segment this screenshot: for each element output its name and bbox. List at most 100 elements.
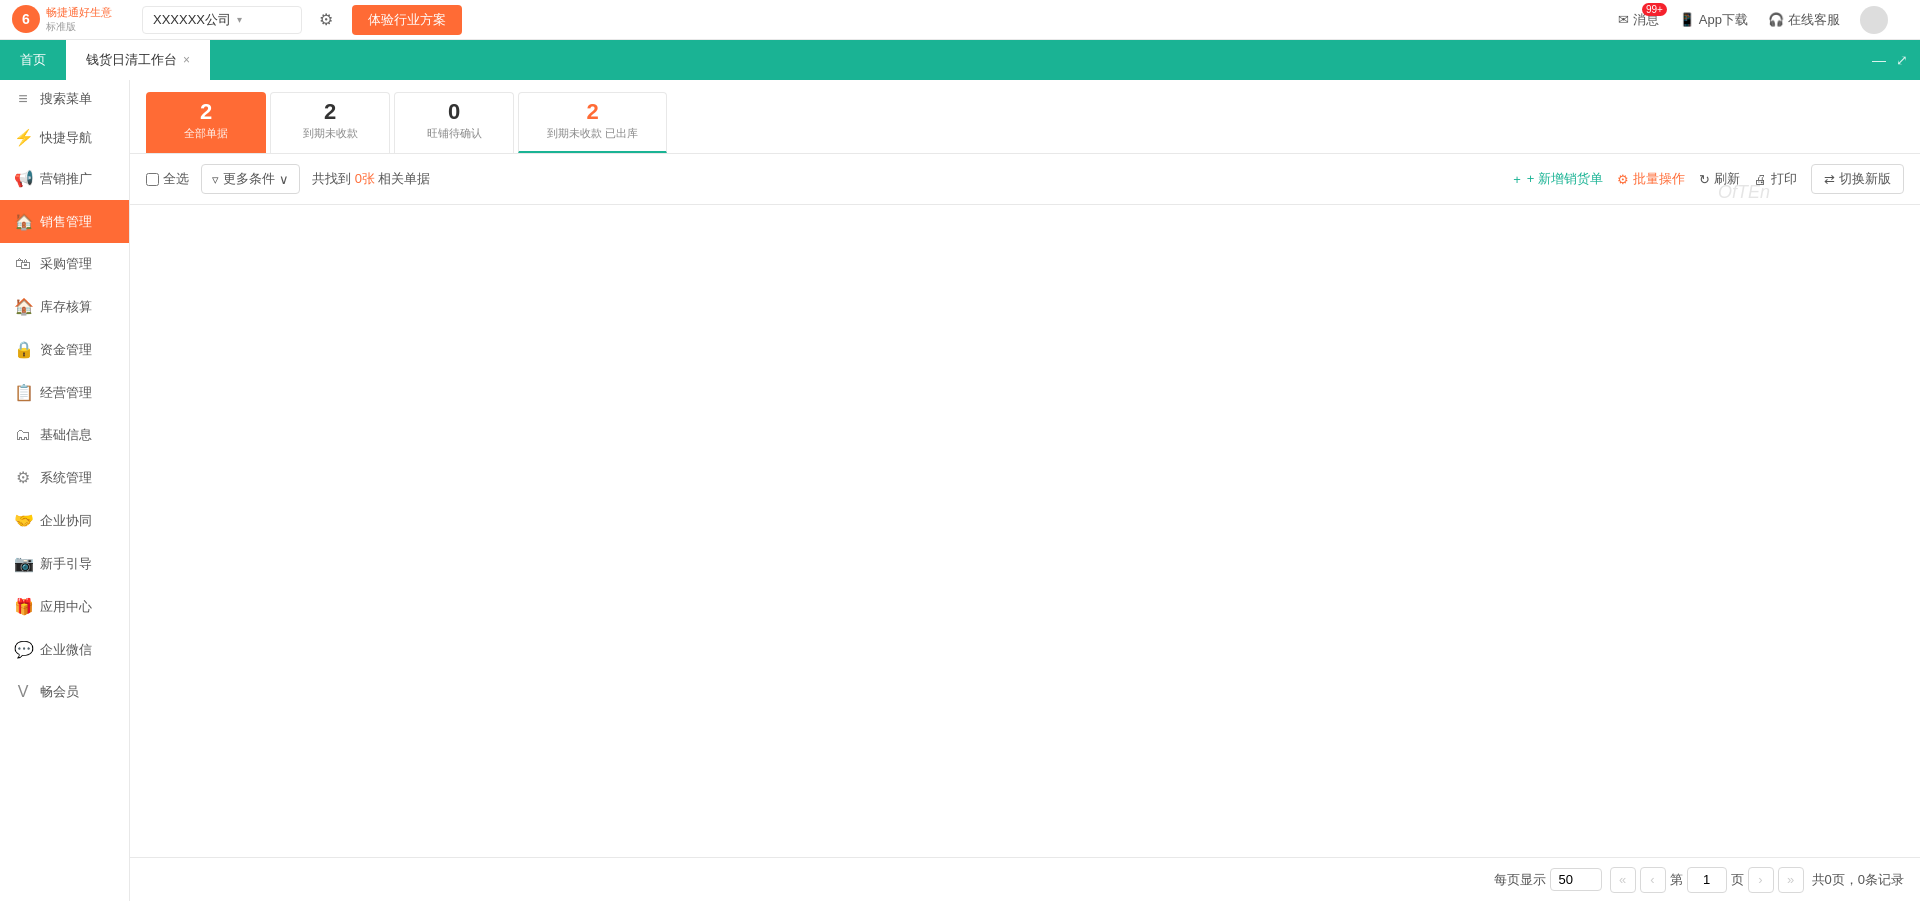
page-size-selector: 每页显示 50 100 200: [1494, 868, 1602, 891]
switch-version-button[interactable]: ⇄ 切换新版: [1811, 164, 1904, 194]
tab-home[interactable]: 首页: [0, 40, 66, 80]
stat-tab-pending[interactable]: 0 旺铺待确认: [394, 92, 514, 153]
page-number-input[interactable]: [1687, 867, 1727, 893]
sidebar-item-cooperation[interactable]: 🤝 企业协同: [0, 499, 129, 542]
batch-icon: ⚙: [1617, 172, 1629, 187]
wechat-icon: 💬: [14, 640, 32, 659]
pagination: 每页显示 50 100 200 « ‹ 第 页 › » 共0页，0条记录: [130, 857, 1920, 901]
refresh-button[interactable]: ↻ 刷新: [1699, 170, 1740, 188]
last-page-button[interactable]: »: [1778, 867, 1804, 893]
filter-icon: ▿: [212, 172, 219, 187]
sidebar-label-basic: 基础信息: [40, 426, 92, 444]
select-all-input[interactable]: [146, 173, 159, 186]
sidebar-label-quick-nav: 快捷导航: [40, 129, 92, 147]
sidebar-label-purchase: 采购管理: [40, 255, 92, 273]
result-text: 共找到 0张 相关单据: [312, 170, 430, 188]
stat-label-pending: 旺铺待确认: [427, 126, 482, 141]
system-icon: ⚙: [14, 468, 32, 487]
sidebar-label-marketing: 营销推广: [40, 170, 92, 188]
settings-button[interactable]: ⚙: [310, 4, 342, 36]
cooperation-icon: 🤝: [14, 511, 32, 530]
stat-label-all: 全部单据: [184, 126, 228, 141]
top-header: 6 畅捷通好生意 标准版 XXXXXX公司 ▾ ⚙ 体验行业方案 ✉ 消息 99…: [0, 0, 1920, 40]
message-icon: ✉: [1618, 12, 1629, 27]
search-menu-icon: ≡: [14, 90, 32, 108]
finance-icon: 🔒: [14, 340, 32, 359]
stat-label-overdue: 到期未收款: [303, 126, 358, 141]
operations-icon: 📋: [14, 383, 32, 402]
stat-num-overdue-out: 2: [586, 101, 598, 123]
avatar[interactable]: [1860, 6, 1888, 34]
chevron-down-icon: ▾: [237, 14, 242, 25]
sidebar-label-cooperation: 企业协同: [40, 512, 92, 530]
tab-minimize-icon[interactable]: —: [1872, 52, 1886, 68]
next-page-button[interactable]: ›: [1748, 867, 1774, 893]
sidebar-item-wechat[interactable]: 💬 企业微信: [0, 628, 129, 671]
page-navigation: « ‹ 第 页 › »: [1610, 867, 1804, 893]
message-badge: 99+: [1642, 3, 1667, 16]
app-download-button[interactable]: 📱 App下载: [1679, 11, 1748, 29]
header-right: ✉ 消息 99+ 📱 App下载 🎧 在线客服: [1618, 6, 1908, 34]
company-selector[interactable]: XXXXXX公司 ▾: [142, 6, 302, 34]
quick-nav-icon: ⚡: [14, 128, 32, 147]
sidebar-label-search-menu: 搜索菜单: [40, 90, 92, 108]
page-size-select[interactable]: 50 100 200: [1550, 868, 1602, 891]
sidebar-item-app-center[interactable]: 🎁 应用中心: [0, 585, 129, 628]
sidebar-item-basic[interactable]: 🗂 基础信息: [0, 414, 129, 456]
company-name: XXXXXX公司: [153, 11, 231, 29]
sales-icon: 🏠: [14, 212, 32, 231]
batch-operation-button[interactable]: ⚙ 批量操作: [1617, 170, 1685, 188]
sidebar-item-purchase[interactable]: 🛍 采购管理: [0, 243, 129, 285]
first-page-button[interactable]: «: [1610, 867, 1636, 893]
stat-tab-all[interactable]: 2 全部单据: [146, 92, 266, 153]
table-area: [130, 205, 1920, 857]
print-button[interactable]: 🖨 打印: [1754, 170, 1797, 188]
trial-button[interactable]: 体验行业方案: [352, 5, 462, 35]
sidebar-item-member[interactable]: V 畅会员: [0, 671, 129, 713]
sidebar: ≡ 搜索菜单 ⚡ 快捷导航 📢 营销推广 🏠 销售管理 🛍 采购管理 🏠 库存核…: [0, 80, 130, 901]
message-button[interactable]: ✉ 消息 99+: [1618, 11, 1659, 29]
sidebar-item-system[interactable]: ⚙ 系统管理: [0, 456, 129, 499]
sidebar-label-member: 畅会员: [40, 683, 79, 701]
sidebar-item-search-menu[interactable]: ≡ 搜索菜单: [0, 80, 129, 118]
refresh-icon: ↻: [1699, 172, 1710, 187]
prev-page-button[interactable]: ‹: [1640, 867, 1666, 893]
sidebar-item-quick-nav[interactable]: ⚡ 快捷导航: [0, 118, 129, 157]
sidebar-label-inventory: 库存核算: [40, 298, 92, 316]
guide-icon: 📷: [14, 554, 32, 573]
sidebar-item-sales[interactable]: 🏠 销售管理: [0, 200, 129, 243]
tab-maximize-icon[interactable]: ⤢: [1896, 52, 1908, 68]
headset-icon: 🎧: [1768, 12, 1784, 27]
sidebar-item-marketing[interactable]: 📢 营销推广: [0, 157, 129, 200]
main-layout: ≡ 搜索菜单 ⚡ 快捷导航 📢 营销推广 🏠 销售管理 🛍 采购管理 🏠 库存核…: [0, 80, 1920, 901]
stats-tabs: 2 全部单据 2 到期未收款 0 旺铺待确认 2 到期未收款 已出库: [130, 80, 1920, 154]
sidebar-item-finance[interactable]: 🔒 资金管理: [0, 328, 129, 371]
content-area: 2 全部单据 2 到期未收款 0 旺铺待确认 2 到期未收款 已出库: [130, 80, 1920, 901]
app-badge: 标准版: [46, 20, 112, 34]
logo-area: 6 畅捷通好生意 标准版: [12, 5, 142, 33]
sidebar-label-wechat: 企业微信: [40, 641, 92, 659]
app-name: 畅捷通好生意: [46, 5, 112, 19]
plus-icon: +: [1513, 172, 1521, 187]
sidebar-item-inventory[interactable]: 🏠 库存核算: [0, 285, 129, 328]
tab-close-icon[interactable]: ×: [183, 53, 190, 67]
stat-num-overdue: 2: [324, 101, 336, 123]
print-icon: 🖨: [1754, 172, 1767, 187]
sidebar-item-guide[interactable]: 📷 新手引导: [0, 542, 129, 585]
sidebar-label-system: 系统管理: [40, 469, 92, 487]
result-count: 0张: [355, 171, 375, 186]
select-all-checkbox[interactable]: 全选: [146, 170, 189, 188]
online-service-button[interactable]: 🎧 在线客服: [1768, 11, 1840, 29]
marketing-icon: 📢: [14, 169, 32, 188]
app-center-icon: 🎁: [14, 597, 32, 616]
filter-button[interactable]: ▿ 更多条件 ∨: [201, 164, 300, 194]
sidebar-label-guide: 新手引导: [40, 555, 92, 573]
stat-tab-overdue[interactable]: 2 到期未收款: [270, 92, 390, 153]
sidebar-label-operations: 经营管理: [40, 384, 92, 402]
add-order-button[interactable]: + + 新增销货单: [1513, 170, 1603, 188]
sidebar-item-operations[interactable]: 📋 经营管理: [0, 371, 129, 414]
phone-icon: 📱: [1679, 12, 1695, 27]
tab-active[interactable]: 钱货日清工作台 ×: [66, 40, 210, 80]
stat-label-overdue-out: 到期未收款 已出库: [547, 126, 638, 141]
stat-tab-overdue-out[interactable]: 2 到期未收款 已出库: [518, 92, 667, 153]
